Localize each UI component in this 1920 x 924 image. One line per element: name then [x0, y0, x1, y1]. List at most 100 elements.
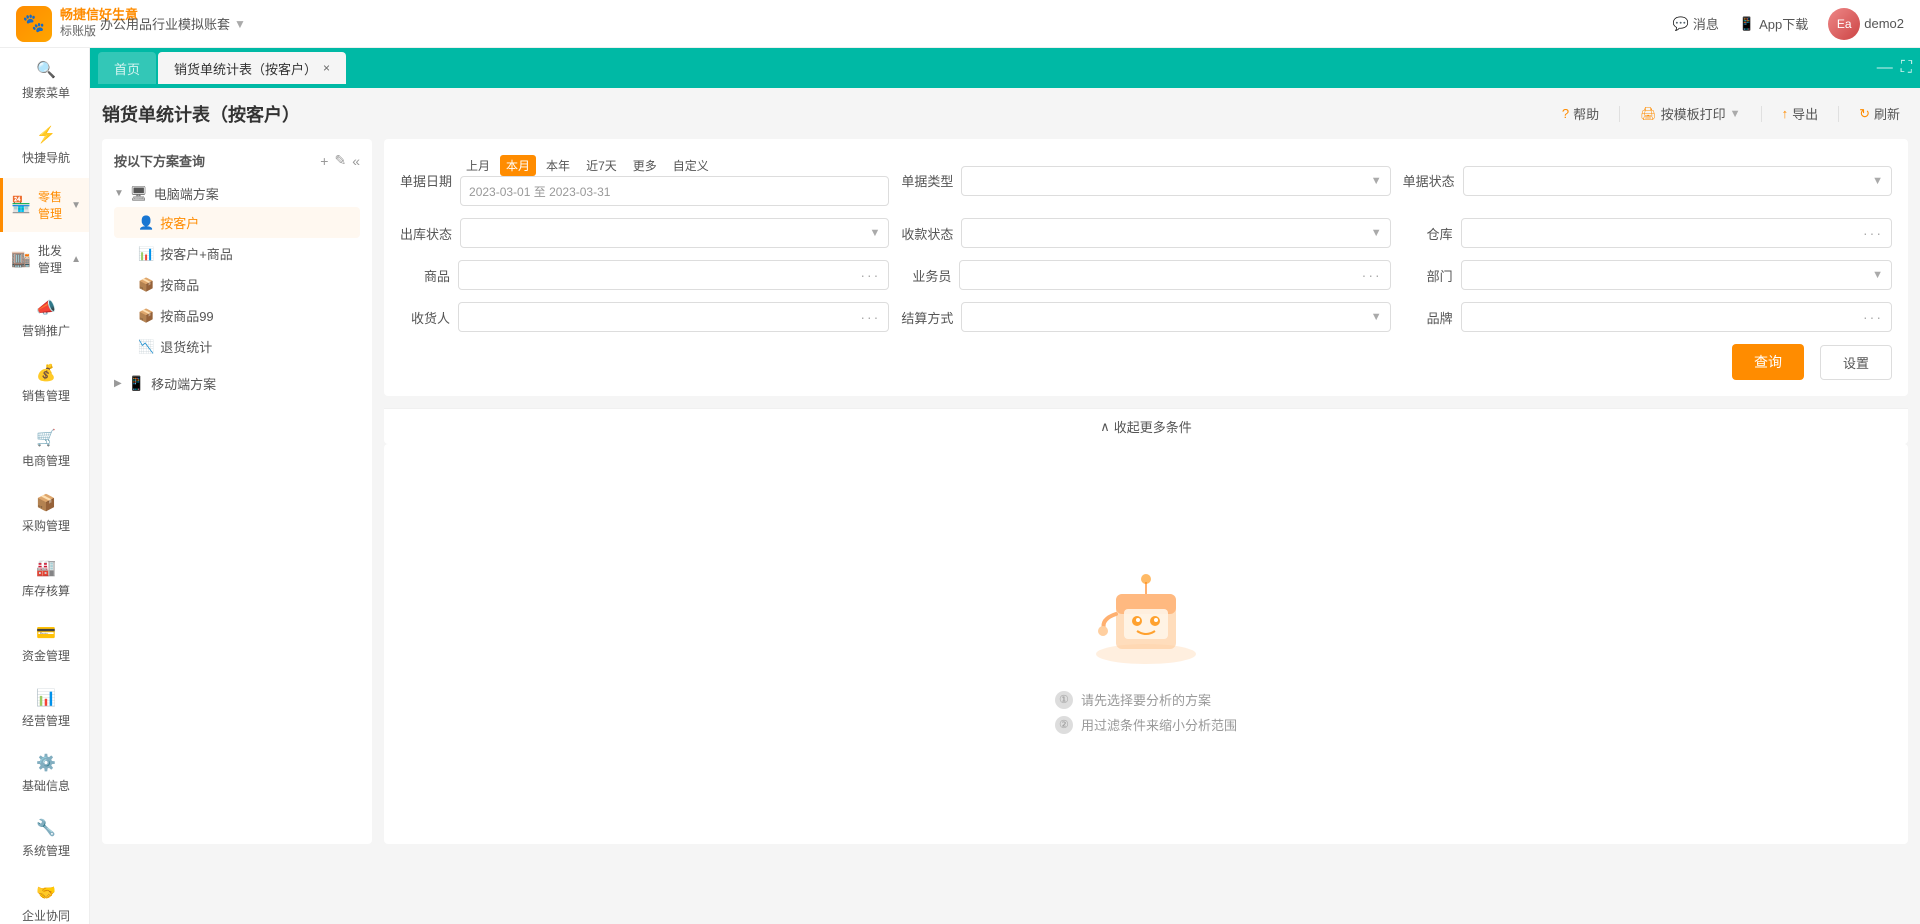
- date-label: 单据日期: [400, 171, 452, 190]
- industry-dropdown-icon[interactable]: ▼: [234, 17, 246, 31]
- query-scheme-panel: 按以下方案查询 + ✎ « ▼ 🖥: [102, 139, 372, 844]
- filter-field-payment-status: 收款状态 ▼: [901, 218, 1390, 248]
- sidebar-item-system[interactable]: 🔧 系统管理: [0, 806, 89, 871]
- desktop-group-icon: 🖥: [130, 185, 148, 202]
- basic-icon: ⚙️: [36, 753, 56, 773]
- settings-button[interactable]: 设置: [1820, 345, 1892, 380]
- date-tab-thisyear[interactable]: 本年: [540, 155, 576, 176]
- voucher-type-input[interactable]: ▼: [961, 166, 1390, 196]
- search-icon: 🔍: [36, 60, 56, 80]
- divider3: [1838, 106, 1839, 122]
- sales-icon: 💰: [36, 363, 56, 383]
- export-button[interactable]: ↑ 导出: [1774, 100, 1827, 127]
- warehouse-input[interactable]: ···: [1461, 218, 1892, 248]
- print-dropdown-icon[interactable]: ▼: [1730, 108, 1741, 120]
- salesman-input[interactable]: ···: [959, 260, 1390, 290]
- date-tab-thismonth[interactable]: 本月: [500, 155, 536, 176]
- settlement-label: 结算方式: [901, 308, 953, 327]
- scheme-group-mobile-header[interactable]: ▶ 📱 移动端方案: [114, 370, 360, 397]
- user-profile[interactable]: Ea demo2: [1828, 8, 1904, 40]
- date-tab-lastmonth[interactable]: 上月: [460, 155, 496, 176]
- sidebar-item-retail[interactable]: 🏪 零售管理 ▼: [0, 178, 89, 232]
- sidebar-item-operations[interactable]: 📊 经营管理: [0, 676, 89, 741]
- return-icon: 📉: [138, 339, 154, 355]
- tab-close-icon[interactable]: ×: [323, 61, 330, 75]
- scheme-item-return[interactable]: 📉 退货统计: [114, 331, 360, 362]
- voucher-status-input[interactable]: ▼: [1463, 166, 1892, 196]
- desktop-group-label: 电脑端方案: [154, 184, 219, 203]
- minimize-icon[interactable]: —: [1877, 59, 1893, 77]
- sidebar-item-quick-nav[interactable]: ⚡ 快捷导航: [0, 113, 89, 178]
- scheme-group-desktop-header[interactable]: ▼ 🖥 电脑端方案: [114, 180, 360, 207]
- collapse-bar[interactable]: ∧ 收起更多条件: [384, 408, 1908, 444]
- app-download-button[interactable]: 📱 App下载: [1739, 14, 1808, 33]
- scheme-item-customer-goods-label: 按客户+商品: [160, 244, 233, 263]
- system-icon: 🔧: [36, 818, 56, 838]
- scheme-add-icon[interactable]: +: [320, 153, 328, 169]
- scheme-item-customer-goods[interactable]: 📊 按客户+商品: [114, 238, 360, 269]
- filter-field-settlement: 结算方式 ▼: [901, 302, 1390, 332]
- sidebar-item-inventory[interactable]: 🏭 库存核算: [0, 546, 89, 611]
- scheme-item-goods99[interactable]: 📦 按商品99: [114, 300, 360, 331]
- date-tab-more[interactable]: 更多: [627, 155, 663, 176]
- operations-icon: 📊: [36, 688, 56, 708]
- app-download-label: App下载: [1759, 14, 1808, 33]
- sidebar-item-sales[interactable]: 💰 销售管理: [0, 351, 89, 416]
- tab-current[interactable]: 销货单统计表（按客户） ×: [158, 52, 346, 84]
- date-range-value[interactable]: 2023-03-01 至 2023-03-31: [460, 176, 889, 206]
- help-button[interactable]: ? 帮助: [1554, 100, 1607, 127]
- out-status-input[interactable]: ▼: [460, 218, 889, 248]
- hint-num-2: ②: [1055, 716, 1073, 734]
- out-status-label: 出库状态: [400, 224, 452, 243]
- scheme-item-by-customer[interactable]: 👤 按客户: [114, 207, 360, 238]
- filter-field-recipient: 收货人 ···: [400, 302, 889, 332]
- print-button[interactable]: 🖨 按模板打印 ▼: [1632, 100, 1748, 127]
- filter-field-goods: 商品 ···: [400, 260, 889, 290]
- sidebar-item-wholesale[interactable]: 🏬 批发管理 ▲: [0, 232, 89, 286]
- sidebar-item-finance[interactable]: 💳 资金管理: [0, 611, 89, 676]
- sidebar-purchase-label: 采购管理: [22, 517, 70, 534]
- tab-home[interactable]: 首页: [98, 52, 156, 84]
- quick-nav-icon: ⚡: [36, 125, 56, 145]
- date-tab-7days[interactable]: 近7天: [580, 155, 623, 176]
- sidebar-item-basic[interactable]: ⚙️ 基础信息: [0, 741, 89, 806]
- query-scheme-title: 按以下方案查询: [114, 151, 205, 170]
- message-button[interactable]: 💬 消息: [1673, 14, 1719, 33]
- goods-input[interactable]: ···: [458, 260, 889, 290]
- sidebar-item-ecommerce[interactable]: 🛒 电商管理: [0, 416, 89, 481]
- date-tab-custom[interactable]: 自定义: [667, 155, 715, 176]
- scheme-edit-icon[interactable]: ✎: [334, 152, 346, 169]
- scheme-item-goods[interactable]: 📦 按商品: [114, 269, 360, 300]
- tab-home-label: 首页: [114, 59, 140, 78]
- sidebar-item-marketing[interactable]: 📣 营销推广: [0, 286, 89, 351]
- refresh-icon: ↻: [1859, 106, 1870, 122]
- refresh-button[interactable]: ↻ 刷新: [1851, 100, 1908, 127]
- empty-hint-2: ② 用过滤条件来缩小分析范围: [1055, 715, 1237, 734]
- salesman-dots: ···: [1362, 267, 1382, 283]
- filter-field-department: 部门 ▼: [1403, 260, 1892, 290]
- sidebar-item-search[interactable]: 🔍 搜索菜单: [0, 48, 89, 113]
- sidebar-sales-label: 销售管理: [22, 387, 70, 404]
- brand-label: 品牌: [1403, 308, 1453, 327]
- customer-goods-icon: 📊: [138, 246, 154, 262]
- sidebar-item-purchase[interactable]: 📦 采购管理: [0, 481, 89, 546]
- recipient-input[interactable]: ···: [458, 302, 889, 332]
- sidebar-item-enterprise[interactable]: 🤝 企业协同: [0, 871, 89, 924]
- inventory-icon: 🏭: [36, 558, 56, 578]
- empty-state: ① 请先选择要分析的方案 ② 用过滤条件来缩小分析范围: [1055, 474, 1237, 814]
- scheme-collapse-icon[interactable]: «: [352, 153, 360, 169]
- help-label: 帮助: [1573, 104, 1599, 123]
- maximize-icon[interactable]: ⛶: [1901, 59, 1912, 77]
- brand-input[interactable]: ···: [1461, 302, 1892, 332]
- empty-hints: ① 请先选择要分析的方案 ② 用过滤条件来缩小分析范围: [1055, 690, 1237, 734]
- customer-icon: 👤: [138, 215, 154, 231]
- department-input[interactable]: ▼: [1461, 260, 1892, 290]
- payment-status-input[interactable]: ▼: [961, 218, 1390, 248]
- divider2: [1761, 106, 1762, 122]
- settlement-input[interactable]: ▼: [961, 302, 1390, 332]
- sidebar: 🔍 搜索菜单 ⚡ 快捷导航 🏪 零售管理 ▼ 🏬 批发管理 ▲ 📣 营销推广: [0, 48, 90, 924]
- industry-title[interactable]: 办公用品行业模拟账套 ▼: [100, 14, 246, 33]
- query-button[interactable]: 查询: [1732, 344, 1804, 380]
- sidebar-system-label: 系统管理: [22, 842, 70, 859]
- app-download-icon: 📱: [1739, 16, 1755, 32]
